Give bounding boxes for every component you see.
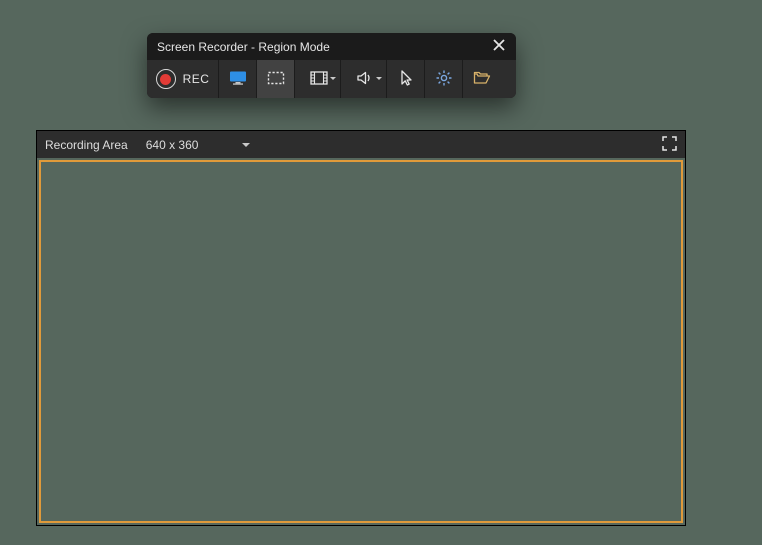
recording-size-select[interactable]: 640 x 360: [146, 138, 251, 152]
open-folder-button[interactable]: [463, 60, 501, 98]
record-button[interactable]: REC: [147, 60, 219, 98]
film-icon: [309, 68, 329, 91]
cursor-icon: [396, 68, 416, 91]
recording-size-value: 640 x 360: [146, 138, 199, 152]
close-icon: [493, 39, 505, 54]
recorder-toolbar-window: Screen Recorder - Region Mode REC: [147, 33, 516, 98]
folder-open-icon: [472, 68, 492, 91]
region-select-icon: [266, 68, 286, 91]
record-label: REC: [183, 72, 210, 86]
monitor-icon: [228, 68, 248, 91]
chevron-down-icon: [376, 76, 382, 82]
recording-area-label: Recording Area: [45, 138, 128, 152]
audio-button[interactable]: [341, 60, 387, 98]
region-mode-button[interactable]: [257, 60, 295, 98]
chevron-down-icon: [242, 138, 250, 152]
expand-area-button[interactable]: [659, 135, 679, 155]
record-icon: [156, 69, 176, 89]
recording-area-header: Recording Area 640 x 360: [37, 131, 685, 158]
settings-button[interactable]: [425, 60, 463, 98]
expand-icon: [662, 136, 677, 154]
fullscreen-mode-button[interactable]: [219, 60, 257, 98]
titlebar[interactable]: Screen Recorder - Region Mode: [147, 33, 516, 60]
cursor-capture-button[interactable]: [387, 60, 425, 98]
toolbar-row: REC: [147, 60, 516, 98]
recording-area-body: [37, 158, 685, 525]
close-button[interactable]: [488, 36, 510, 58]
recording-region-frame[interactable]: [39, 160, 683, 523]
video-format-button[interactable]: [295, 60, 341, 98]
gear-icon: [434, 68, 454, 91]
recording-area-panel: Recording Area 640 x 360: [36, 130, 686, 526]
chevron-down-icon: [330, 76, 336, 82]
window-title: Screen Recorder - Region Mode: [157, 40, 488, 54]
speaker-icon: [355, 68, 375, 91]
